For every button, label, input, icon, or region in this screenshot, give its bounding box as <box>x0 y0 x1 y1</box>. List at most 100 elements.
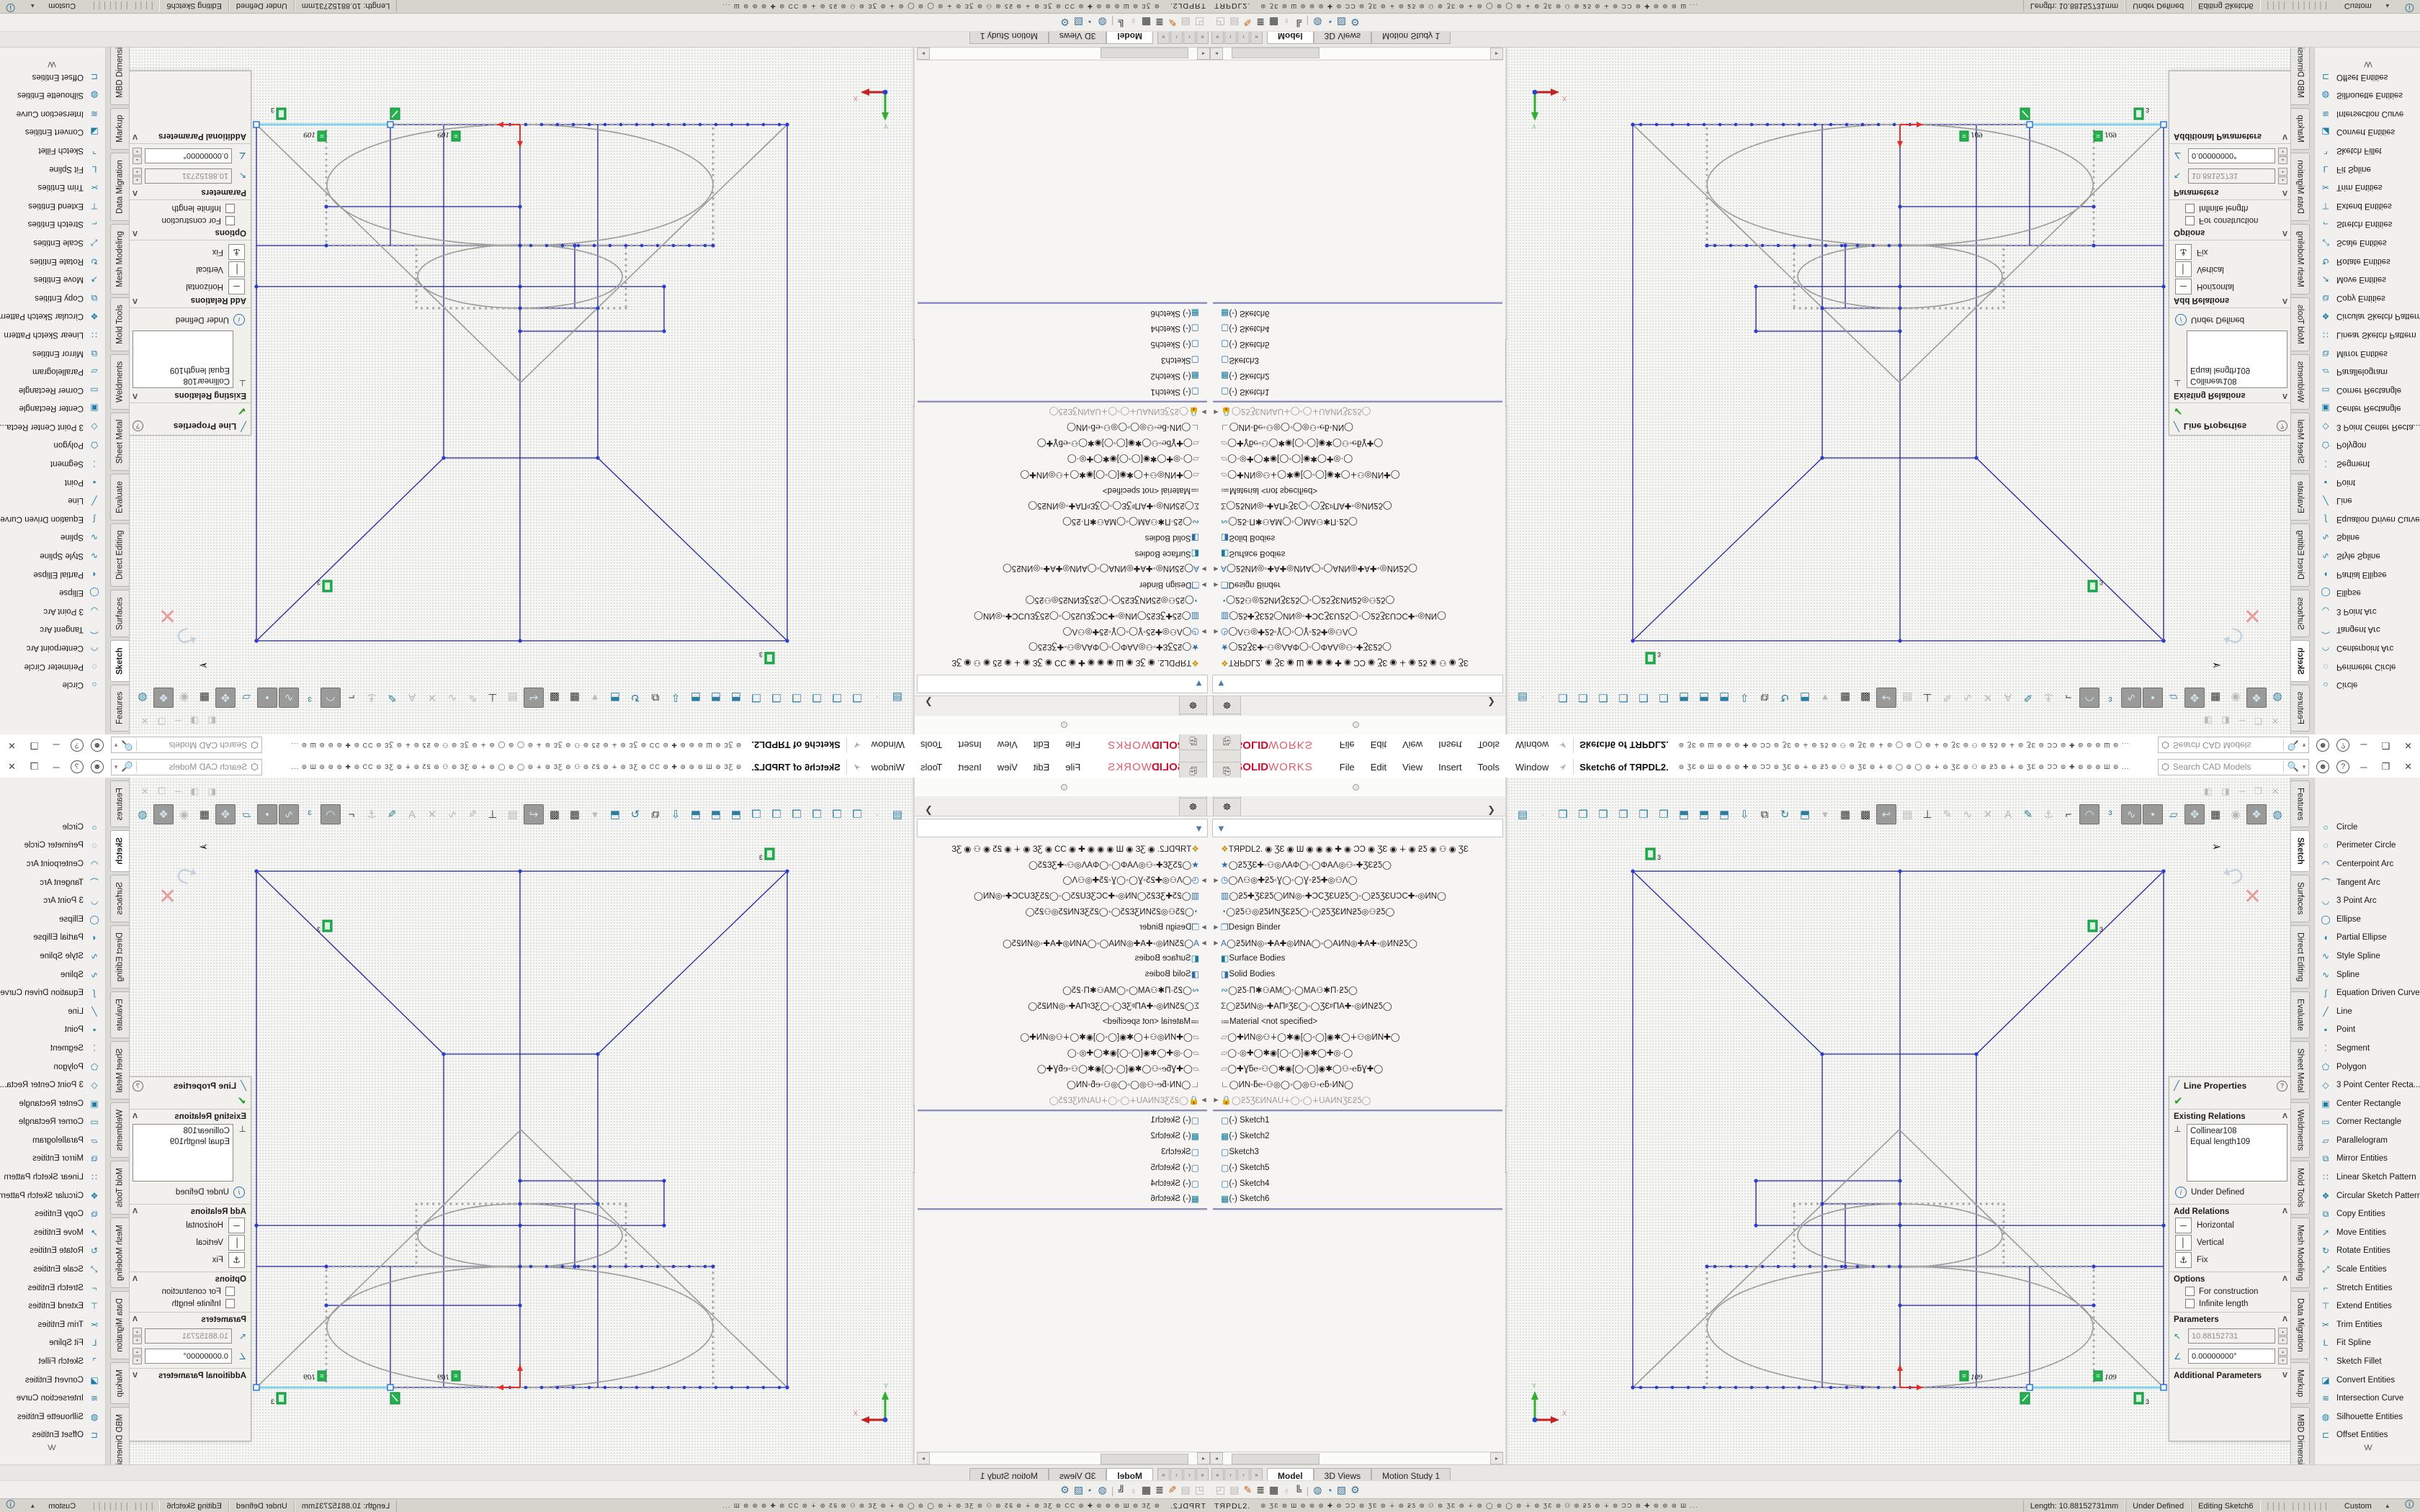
for-construction-checkbox[interactable] <box>2185 216 2195 225</box>
bottom-toolbar-icon[interactable]: ≣ <box>1155 1484 1164 1496</box>
expand-icon[interactable]: ᐯ <box>2282 132 2287 140</box>
tab-scroll-button[interactable]: » <box>1157 31 1170 44</box>
graphics-area[interactable]: ▤·❒❒❒❒❒❒⬒⬒⬒⇩⧉↻⬒▾▦▩↩▤⊥✎∿✕A✎⚓⌐◠³∿•▱✥▦◉❖◍◎⬡… <box>1507 48 2290 734</box>
sketch-tool-item[interactable]: ▣ Center Rectangle <box>2315 1094 2420 1113</box>
tree-item[interactable]: ◨ Solid Bodies <box>915 966 1209 982</box>
tree-item[interactable]: ≔ Material <not specified> <box>1211 482 1505 498</box>
tree-item[interactable]: ◧ Surface Bodies <box>1211 546 1505 562</box>
spin-up-icon[interactable]: ▴ <box>2278 1328 2287 1336</box>
status-units-custom[interactable]: Custom <box>48 2 76 11</box>
menu-item[interactable]: Tools <box>914 759 949 775</box>
tree-item[interactable]: ▦ (-) Sketch6 <box>915 1192 1209 1207</box>
sketch-tool-item[interactable]: ∿ Style Spline <box>2315 546 2420 565</box>
tree-item[interactable]: ∟ ◯ИN◦ƃ℮◦⚇◎◯◦◯◎⚇◦℮ƃ◦ИN◯ <box>1211 1076 1505 1092</box>
menu-item[interactable]: File <box>1059 737 1087 754</box>
sketch-tool-item[interactable]: ⌝ Sketch Fillet <box>2315 141 2420 160</box>
bottom-toolbar-icon[interactable]: ▤ <box>1181 16 1191 28</box>
tree-filter-input[interactable]: ▼ <box>1212 819 1503 837</box>
commandmanager-tab[interactable]: Markup <box>110 108 129 150</box>
collapse-icon[interactable]: ᐱ <box>133 1112 138 1121</box>
search-icon[interactable]: 🔍 <box>121 739 137 751</box>
tree-item[interactable]: ❖ TЯPDL2. ◉ ƷƐ ◉ Ш ◉ ◉ ◉ ✚ ◉ ƆƆ ◉ ƷƐ ◉ ∔… <box>1211 841 1505 857</box>
sketch-tool-item[interactable]: ⊤ Extend Entities <box>2315 197 2420 215</box>
commandmanager-tab[interactable]: Sheet Metal <box>110 1041 129 1099</box>
expand-icon[interactable]: ᐯ <box>2282 1372 2287 1380</box>
tree-item[interactable]: ▶ ❐ Design Binder <box>915 919 1209 935</box>
status-badge-icon[interactable]: 🛈 <box>6 1498 15 1512</box>
spin-down-icon[interactable]: ▾ <box>133 148 142 156</box>
restore-button[interactable]: ❐ <box>27 739 42 751</box>
sketch-tool-item[interactable]: ◯ Ellipse <box>0 910 105 929</box>
commandmanager-tab[interactable]: Sketch <box>2291 640 2310 682</box>
panel-expand-arrow[interactable]: ❯ <box>925 804 933 816</box>
toolbar-overflow-chevron[interactable]: ᐯᐯ <box>0 1444 105 1452</box>
pin-icon[interactable]: ➢ <box>850 738 864 752</box>
pin-icon[interactable]: ➢ <box>1556 738 1570 752</box>
commandmanager-tab[interactable]: Mesh Modeling <box>2291 224 2310 294</box>
rollback-bar[interactable] <box>918 1208 1207 1210</box>
sketch-tool-item[interactable]: ✂ Trim Entities <box>2315 178 2420 197</box>
tab-scroll-button[interactable]: « <box>1196 1468 1209 1481</box>
scroll-track[interactable] <box>1223 1453 1490 1464</box>
bottom-toolbar-icon[interactable]: ⚙ <box>1060 16 1070 28</box>
splitter-knob[interactable] <box>1353 721 1359 728</box>
relation-entry[interactable]: Collinear108 <box>2190 1126 2284 1137</box>
commandmanager-tab[interactable]: Sketch <box>110 830 129 872</box>
vertical-relation-button[interactable]: │ <box>228 261 245 277</box>
sketch-tool-item[interactable]: ◪ Convert Entities <box>0 123 105 142</box>
spin-up-icon[interactable]: ▴ <box>133 1328 142 1336</box>
tree-item[interactable]: ◔ ◯ƻƼ⚇◎ƻƼИNƷƐƻƼ◯◦◯ƻƼƷƐИNƻƼ◎⚇ƻƼ◯ <box>915 593 1209 608</box>
tree-item[interactable]: ∟ ◯ИN◦ƃ℮◦⚇◎◯◦◯◎⚇◦℮ƃ◦ИN◯ <box>1211 420 1505 436</box>
panel-expand-arrow[interactable]: ❯ <box>1487 696 1495 708</box>
bottom-toolbar-icon[interactable]: ♁ <box>1129 1485 1137 1496</box>
tree-item[interactable]: ◔ ◯ƻƼ⚇◎ƻƼИNƷƐƻƼ◯◦◯ƻƼƷƐИNƻƼ◎⚇ƻƼ◯ <box>915 904 1209 919</box>
commandmanager-tab[interactable]: Mold Tools <box>110 297 129 351</box>
commandmanager-tab[interactable]: Mesh Modeling <box>110 224 129 294</box>
sketch-tool-item[interactable]: ∿ Style Spline <box>2315 947 2420 966</box>
commandmanager-tab[interactable]: Mesh Modeling <box>110 1218 129 1288</box>
collapse-icon[interactable]: ᐱ <box>133 228 138 237</box>
sketch-tool-item[interactable]: ❖ Circular Sketch Pattern <box>2315 1187 2420 1205</box>
collapse-icon[interactable]: ᐱ <box>2282 391 2287 400</box>
panel-tab[interactable]: ❖ <box>1213 756 1241 762</box>
tree-item[interactable]: ◧ Surface Bodies <box>915 546 1209 562</box>
scroll-thumb[interactable] <box>1232 1454 1319 1464</box>
expand-arrow-icon[interactable]: ▶ <box>1211 409 1221 415</box>
sketch-tool-item[interactable]: ↻ Rotate Entities <box>2315 1242 2420 1261</box>
horizontal-relation-button[interactable]: ─ <box>228 279 245 294</box>
help-icon[interactable]: ? <box>2336 760 2349 773</box>
fix-relation-button[interactable]: ⚓ <box>2175 244 2192 260</box>
scroll-track[interactable] <box>1223 48 1490 59</box>
infinite-length-checkbox[interactable] <box>225 204 235 213</box>
expand-arrow-icon[interactable]: ▶ <box>1199 877 1209 883</box>
menu-item[interactable]: Tools <box>1471 759 1506 775</box>
angle-input[interactable]: 0.00000000° <box>2188 1349 2275 1364</box>
commandmanager-tab[interactable]: Evaluate <box>110 991 129 1038</box>
sketch-tool-item[interactable]: ⧉ Copy Entities <box>0 1205 105 1223</box>
tree-item[interactable]: ▦ (-) Sketch2 <box>915 368 1209 384</box>
tab-scroll-button[interactable]: › <box>1170 1468 1183 1481</box>
tree-filter-input[interactable]: ▼ <box>917 675 1208 693</box>
menu-item[interactable]: Tools <box>914 737 949 754</box>
accept-check-icon[interactable]: ✔ <box>2169 403 2290 418</box>
bottom-toolbar-icon[interactable]: ✎ <box>1168 1484 1177 1496</box>
search-dropdown-icon[interactable]: ▾ <box>115 763 118 771</box>
tree-item[interactable]: ▶ A ◯ƻƼИN◎◦✚A✚◎ИNA◯◦◯AИN◎✚A✚◦◎ИNƻƼ◯ <box>915 561 1209 577</box>
bottom-toolbar-icon[interactable]: | <box>1111 17 1114 28</box>
sketch-tool-item[interactable]: ⊏ Offset Entities <box>0 1426 105 1445</box>
sketch-tool-item[interactable]: ≋ Intersection Curve <box>0 1389 105 1408</box>
help-icon[interactable]: ? <box>2336 739 2349 752</box>
relation-entry[interactable]: Collinear108 <box>136 1126 230 1137</box>
expand-arrow-icon[interactable]: ▶ <box>1199 409 1209 415</box>
relations-list[interactable]: Collinear108Equal length109 <box>133 1124 233 1182</box>
relations-list[interactable]: Collinear108Equal length109 <box>2187 330 2287 388</box>
sketch-tool-item[interactable]: ✂ Trim Entities <box>0 1315 105 1334</box>
sketch-tool-item[interactable]: ▪ Point <box>0 473 105 492</box>
rollback-bar[interactable] <box>1213 400 1502 402</box>
sketch-tool-item[interactable]: ◡ 3 Point Arc <box>0 891 105 910</box>
sketch-tool-item[interactable]: ▣ Center Rectangle <box>0 400 105 418</box>
spin-down-icon[interactable]: ▾ <box>2278 148 2287 156</box>
tree-item[interactable]: ▱ ◯✚ИN◎⚇∔◯✱◉[◯◦◯]◉✱◯∔⚇◎ИN✚◯ <box>1211 467 1505 483</box>
menu-item[interactable]: File <box>1333 759 1361 775</box>
bottom-toolbar-icon[interactable]: ◔ <box>1088 17 1093 28</box>
